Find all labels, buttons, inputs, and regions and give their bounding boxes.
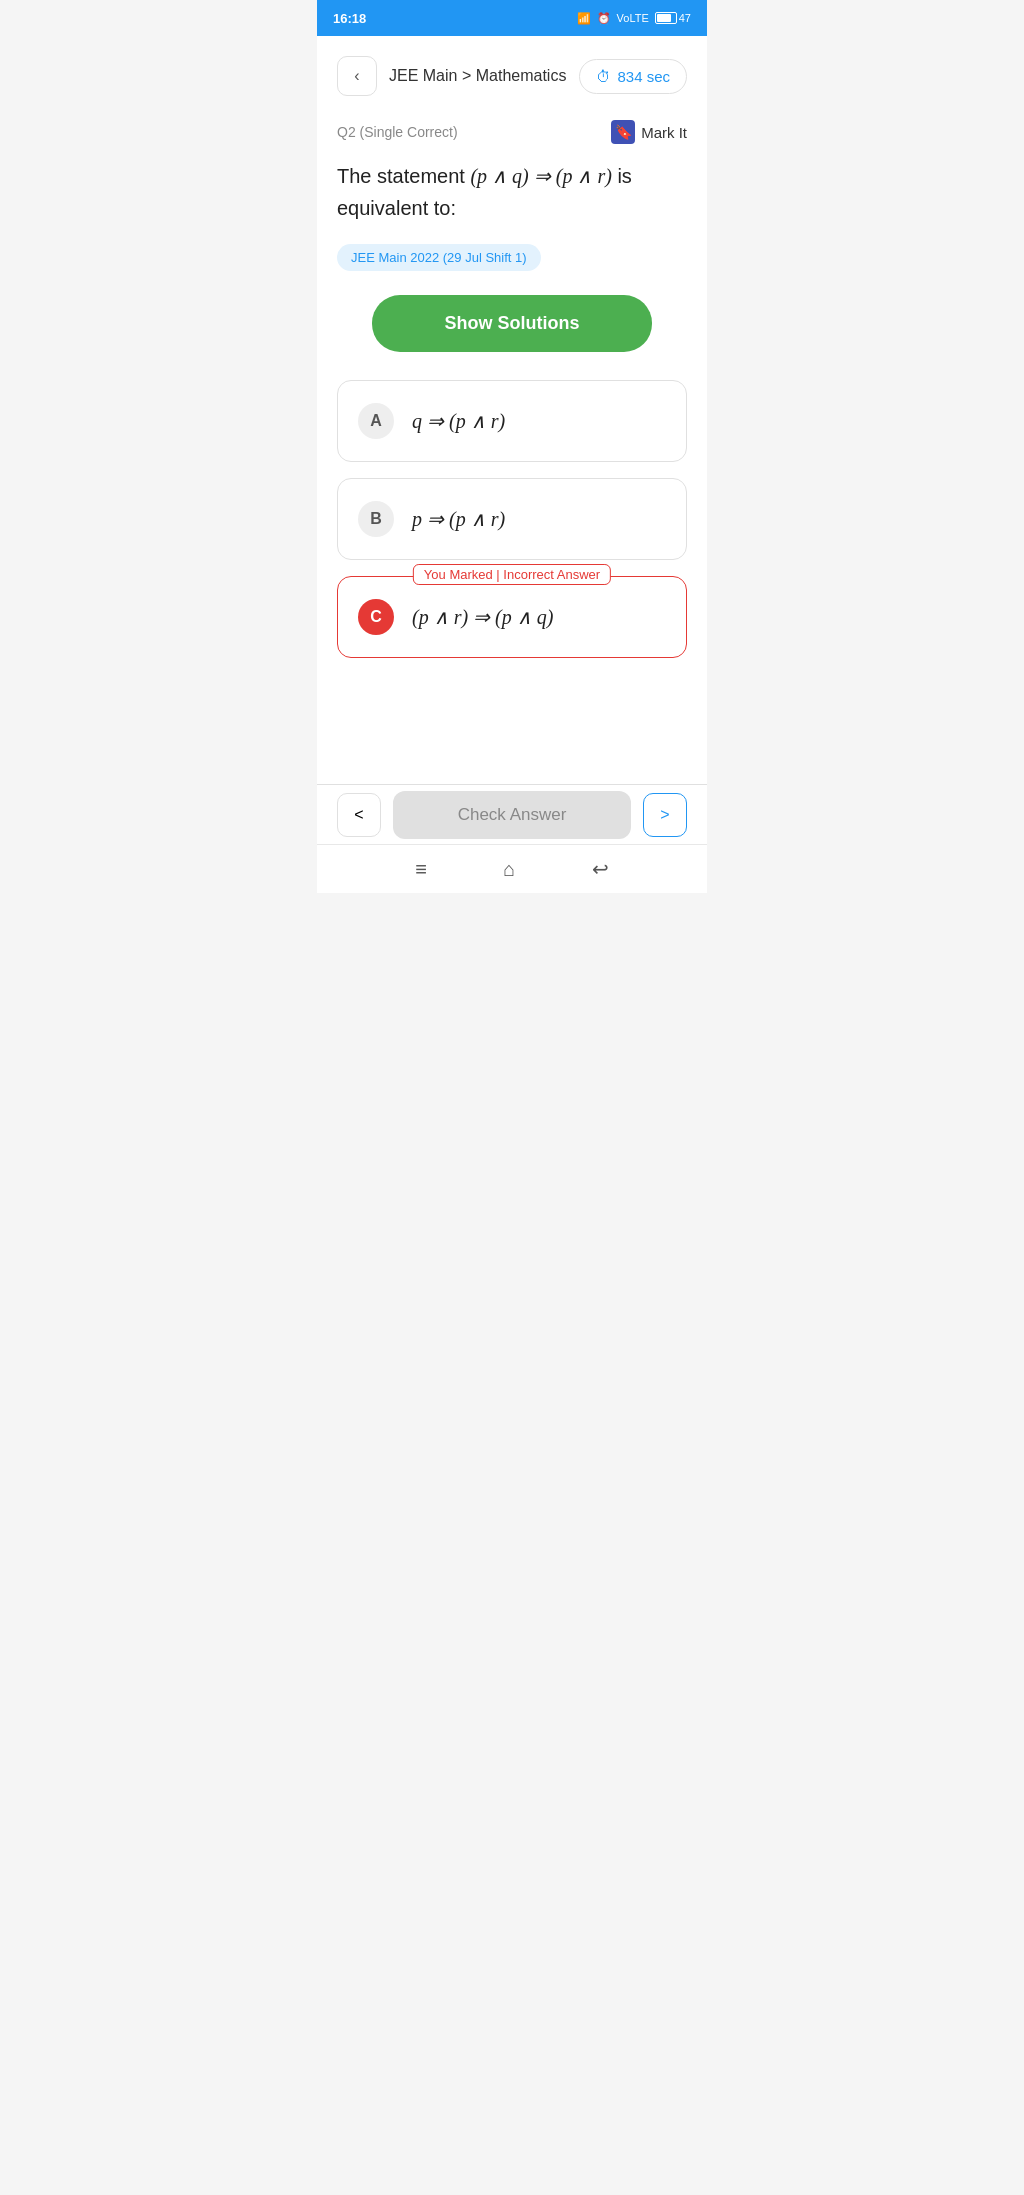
you-marked-badge: You Marked | Incorrect Answer (413, 564, 611, 585)
volte-label: VoLTE (617, 12, 649, 24)
question-label: Q2 (Single Correct) (337, 124, 458, 140)
timer-value: 834 sec (617, 68, 670, 85)
signal-icon: 📶 (577, 12, 591, 25)
status-icons: 📶 ⏰ VoLTE 47 (577, 12, 691, 25)
option-b-card[interactable]: B p ⇒ (p ∧ r) (337, 478, 687, 560)
option-c-letter: C (358, 599, 394, 635)
header-title: JEE Main > Mathematics (389, 67, 567, 85)
timer-button[interactable]: ⏱ 834 sec (579, 59, 687, 94)
status-time: 16:18 (333, 11, 366, 26)
option-c-text: (p ∧ r) ⇒ (p ∧ q) (412, 605, 553, 629)
main-content: ‹ JEE Main > Mathematics ⏱ 834 sec Q2 (S… (317, 36, 707, 784)
show-solutions-button[interactable]: Show Solutions (372, 295, 652, 352)
back-icon: ‹ (354, 67, 359, 85)
prev-icon: < (354, 806, 363, 824)
option-a-letter: A (358, 403, 394, 439)
prev-button[interactable]: < (337, 793, 381, 837)
option-b-letter: B (358, 501, 394, 537)
next-button[interactable]: > (643, 793, 687, 837)
battery-icon: 47 (655, 12, 691, 24)
option-b-text: p ⇒ (p ∧ r) (412, 507, 505, 531)
back-button[interactable]: ‹ (337, 56, 377, 96)
bottom-nav: < Check Answer > (317, 784, 707, 844)
header: ‹ JEE Main > Mathematics ⏱ 834 sec (337, 56, 687, 96)
back-nav-icon[interactable]: ↩ (592, 857, 609, 881)
timer-icon: ⏱ (596, 68, 611, 85)
home-icon[interactable]: ⌂ (503, 858, 515, 881)
question-text: The statement (p ∧ q) ⇒ (p ∧ r) is equiv… (337, 160, 687, 224)
mark-it-label: Mark It (641, 124, 687, 141)
mark-it-button[interactable]: 🔖 Mark It (611, 120, 687, 144)
system-nav: ≡ ⌂ ↩ (317, 844, 707, 893)
check-answer-button[interactable]: Check Answer (393, 791, 631, 839)
question-header: Q2 (Single Correct) 🔖 Mark It (337, 120, 687, 144)
option-a-card[interactable]: A q ⇒ (p ∧ r) (337, 380, 687, 462)
bookmark-icon: 🔖 (611, 120, 635, 144)
alarm-icon: ⏰ (597, 12, 611, 25)
check-answer-label: Check Answer (458, 805, 567, 824)
option-a-text: q ⇒ (p ∧ r) (412, 409, 505, 433)
show-solutions-label: Show Solutions (445, 313, 580, 333)
question-tag: JEE Main 2022 (29 Jul Shift 1) (337, 244, 541, 271)
option-c-card[interactable]: You Marked | Incorrect Answer C (p ∧ r) … (337, 576, 687, 658)
menu-icon[interactable]: ≡ (415, 858, 427, 881)
status-bar: 16:18 📶 ⏰ VoLTE 47 (317, 0, 707, 36)
next-icon: > (660, 806, 669, 824)
